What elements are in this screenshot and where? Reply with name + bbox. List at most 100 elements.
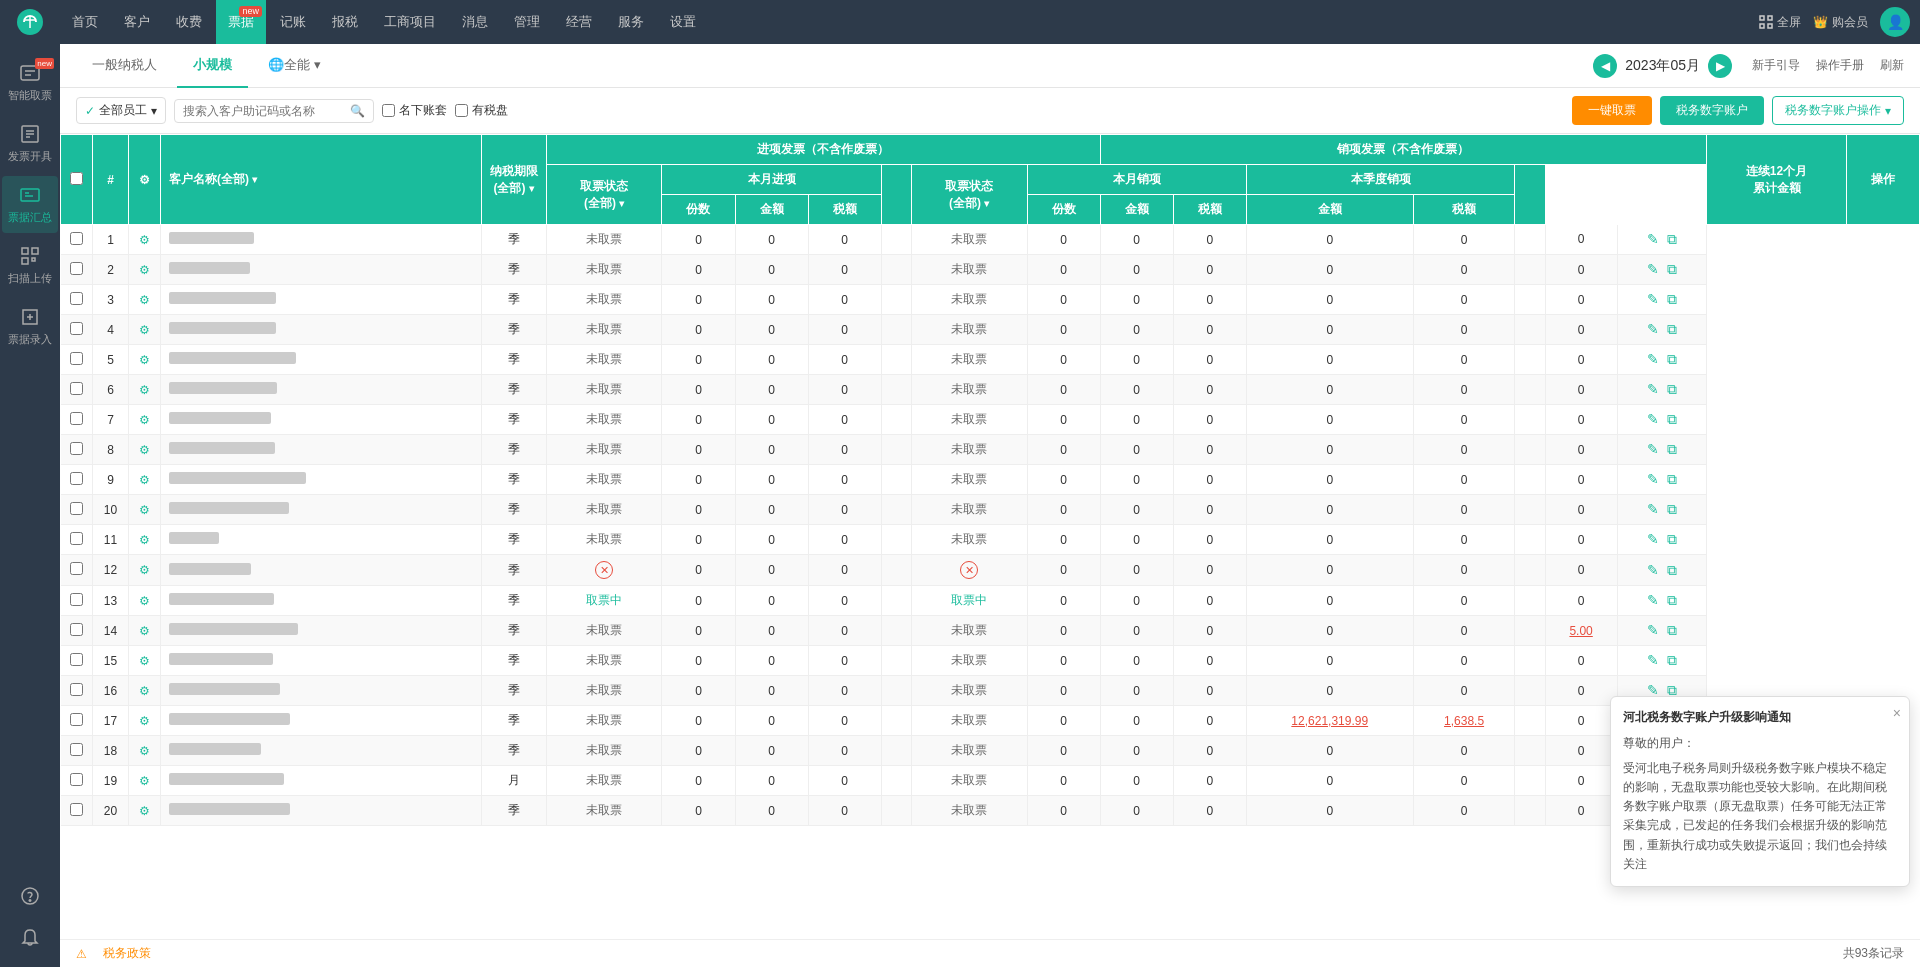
row-settings-icon[interactable]: ⚙ <box>139 443 150 457</box>
nav-manage[interactable]: 管理 <box>502 0 552 44</box>
employee-filter[interactable]: ✓ 全部员工 ▾ <box>76 97 166 124</box>
row-settings-icon[interactable]: ⚙ <box>139 263 150 277</box>
row-checkbox-5[interactable] <box>70 352 83 365</box>
row-settings-icon[interactable]: ⚙ <box>139 503 150 517</box>
row-checkbox-16[interactable] <box>70 683 83 696</box>
select-all-checkbox[interactable] <box>70 172 83 185</box>
sidebar-item-smart-ticket[interactable]: new 智能取票 <box>2 54 58 111</box>
manual-link[interactable]: 操作手册 <box>1816 57 1864 74</box>
edit-icon[interactable]: ✎ <box>1647 351 1659 367</box>
refresh-link[interactable]: 刷新 <box>1880 57 1904 74</box>
edit-icon[interactable]: ✎ <box>1647 291 1659 307</box>
row-checkbox-13[interactable] <box>70 593 83 606</box>
row-settings-icon[interactable]: ⚙ <box>139 383 150 397</box>
th-period[interactable]: 纳税期限(全部) ▾ <box>481 135 546 225</box>
vip-btn[interactable]: 👑 购会员 <box>1813 14 1868 31</box>
row-settings-icon[interactable]: ⚙ <box>139 594 150 608</box>
tax-policy-link[interactable]: 税务政策 <box>103 945 151 962</box>
tab-all[interactable]: 🌐 全能 ▾ <box>252 44 337 88</box>
row-checkbox-6[interactable] <box>70 382 83 395</box>
copy-icon[interactable]: ⧉ <box>1667 321 1677 337</box>
edit-icon[interactable]: ✎ <box>1647 441 1659 457</box>
row-settings-icon[interactable]: ⚙ <box>139 533 150 547</box>
copy-icon[interactable]: ⧉ <box>1667 562 1677 578</box>
nav-tickets[interactable]: 票据 new <box>216 0 266 44</box>
row-settings-icon[interactable]: ⚙ <box>139 714 150 728</box>
copy-icon[interactable]: ⧉ <box>1667 622 1677 638</box>
row-checkbox-12[interactable] <box>70 562 83 575</box>
sidebar-item-entry[interactable]: 票据录入 <box>2 298 58 355</box>
row-settings-icon[interactable]: ⚙ <box>139 744 150 758</box>
edit-icon[interactable]: ✎ <box>1647 652 1659 668</box>
row-checkbox-2[interactable] <box>70 262 83 275</box>
one-click-btn[interactable]: 一键取票 <box>1572 96 1652 125</box>
copy-icon[interactable]: ⧉ <box>1667 501 1677 517</box>
sidebar-item-help[interactable] <box>2 877 58 915</box>
row-settings-icon[interactable]: ⚙ <box>139 293 150 307</box>
notification-close-btn[interactable]: × <box>1893 705 1901 721</box>
edit-icon[interactable]: ✎ <box>1647 471 1659 487</box>
copy-icon[interactable]: ⧉ <box>1667 531 1677 547</box>
sidebar-item-scan[interactable]: 扫描上传 <box>2 237 58 294</box>
row-settings-icon[interactable]: ⚙ <box>139 804 150 818</box>
nav-fees[interactable]: 收费 <box>164 0 214 44</box>
edit-icon[interactable]: ✎ <box>1647 411 1659 427</box>
row-checkbox-4[interactable] <box>70 322 83 335</box>
user-avatar[interactable]: 👤 <box>1880 7 1910 37</box>
edit-icon[interactable]: ✎ <box>1647 321 1659 337</box>
tax-disk-checkbox[interactable]: 有税盘 <box>455 102 508 119</box>
nav-accounting[interactable]: 记账 <box>268 0 318 44</box>
nav-settings[interactable]: 设置 <box>658 0 708 44</box>
row-settings-icon[interactable]: ⚙ <box>139 654 150 668</box>
sidebar-item-notification[interactable] <box>2 919 58 957</box>
copy-icon[interactable]: ⧉ <box>1667 261 1677 277</box>
row-checkbox-7[interactable] <box>70 412 83 425</box>
copy-icon[interactable]: ⧉ <box>1667 291 1677 307</box>
copy-icon[interactable]: ⧉ <box>1667 471 1677 487</box>
th-out-status[interactable]: 取票状态(全部) ▾ <box>911 165 1027 225</box>
prev-month-btn[interactable]: ◀ <box>1593 54 1617 78</box>
row-checkbox-10[interactable] <box>70 502 83 515</box>
edit-icon[interactable]: ✎ <box>1647 261 1659 277</box>
nav-messages[interactable]: 消息 <box>450 0 500 44</box>
tab-general-taxpayer[interactable]: 一般纳税人 <box>76 44 173 88</box>
row-checkbox-18[interactable] <box>70 743 83 756</box>
tax-disk-check[interactable] <box>455 104 468 117</box>
next-month-btn[interactable]: ▶ <box>1708 54 1732 78</box>
row-settings-icon[interactable]: ⚙ <box>139 413 150 427</box>
row-checkbox-19[interactable] <box>70 773 83 786</box>
th-in-status[interactable]: 取票状态(全部) ▾ <box>546 165 662 225</box>
nav-customer[interactable]: 客户 <box>112 0 162 44</box>
search-input[interactable] <box>183 104 346 118</box>
tab-small-scale[interactable]: 小规模 <box>177 44 248 88</box>
row-checkbox-3[interactable] <box>70 292 83 305</box>
sidebar-item-summary[interactable]: 票据汇总 <box>2 176 58 233</box>
copy-icon[interactable]: ⧉ <box>1667 411 1677 427</box>
digital-ops-btn[interactable]: 税务数字账户操作 ▾ <box>1772 96 1904 125</box>
row-settings-icon[interactable]: ⚙ <box>139 774 150 788</box>
copy-icon[interactable]: ⧉ <box>1667 351 1677 367</box>
sidebar-item-invoice-issue[interactable]: 发票开具 <box>2 115 58 172</box>
row-settings-icon[interactable]: ⚙ <box>139 353 150 367</box>
row-checkbox-1[interactable] <box>70 232 83 245</box>
row-settings-icon[interactable]: ⚙ <box>139 323 150 337</box>
row-settings-icon[interactable]: ⚙ <box>139 233 150 247</box>
nav-operations[interactable]: 经营 <box>554 0 604 44</box>
edit-icon[interactable]: ✎ <box>1647 231 1659 247</box>
th-name[interactable]: 客户名称(全部) ▾ <box>161 135 482 225</box>
tax-digital-btn[interactable]: 税务数字账户 <box>1660 96 1764 125</box>
row-checkbox-17[interactable] <box>70 713 83 726</box>
copy-icon[interactable]: ⧉ <box>1667 592 1677 608</box>
edit-icon[interactable]: ✎ <box>1647 381 1659 397</box>
edit-icon[interactable]: ✎ <box>1647 501 1659 517</box>
sub-accounts-check[interactable] <box>382 104 395 117</box>
row-settings-icon[interactable]: ⚙ <box>139 624 150 638</box>
edit-icon[interactable]: ✎ <box>1647 592 1659 608</box>
fullscreen-btn[interactable]: 全屏 <box>1759 14 1801 31</box>
copy-icon[interactable]: ⧉ <box>1667 441 1677 457</box>
edit-icon[interactable]: ✎ <box>1647 531 1659 547</box>
row-checkbox-9[interactable] <box>70 472 83 485</box>
edit-icon[interactable]: ✎ <box>1647 622 1659 638</box>
row-checkbox-8[interactable] <box>70 442 83 455</box>
nav-business[interactable]: 工商项目 <box>372 0 448 44</box>
